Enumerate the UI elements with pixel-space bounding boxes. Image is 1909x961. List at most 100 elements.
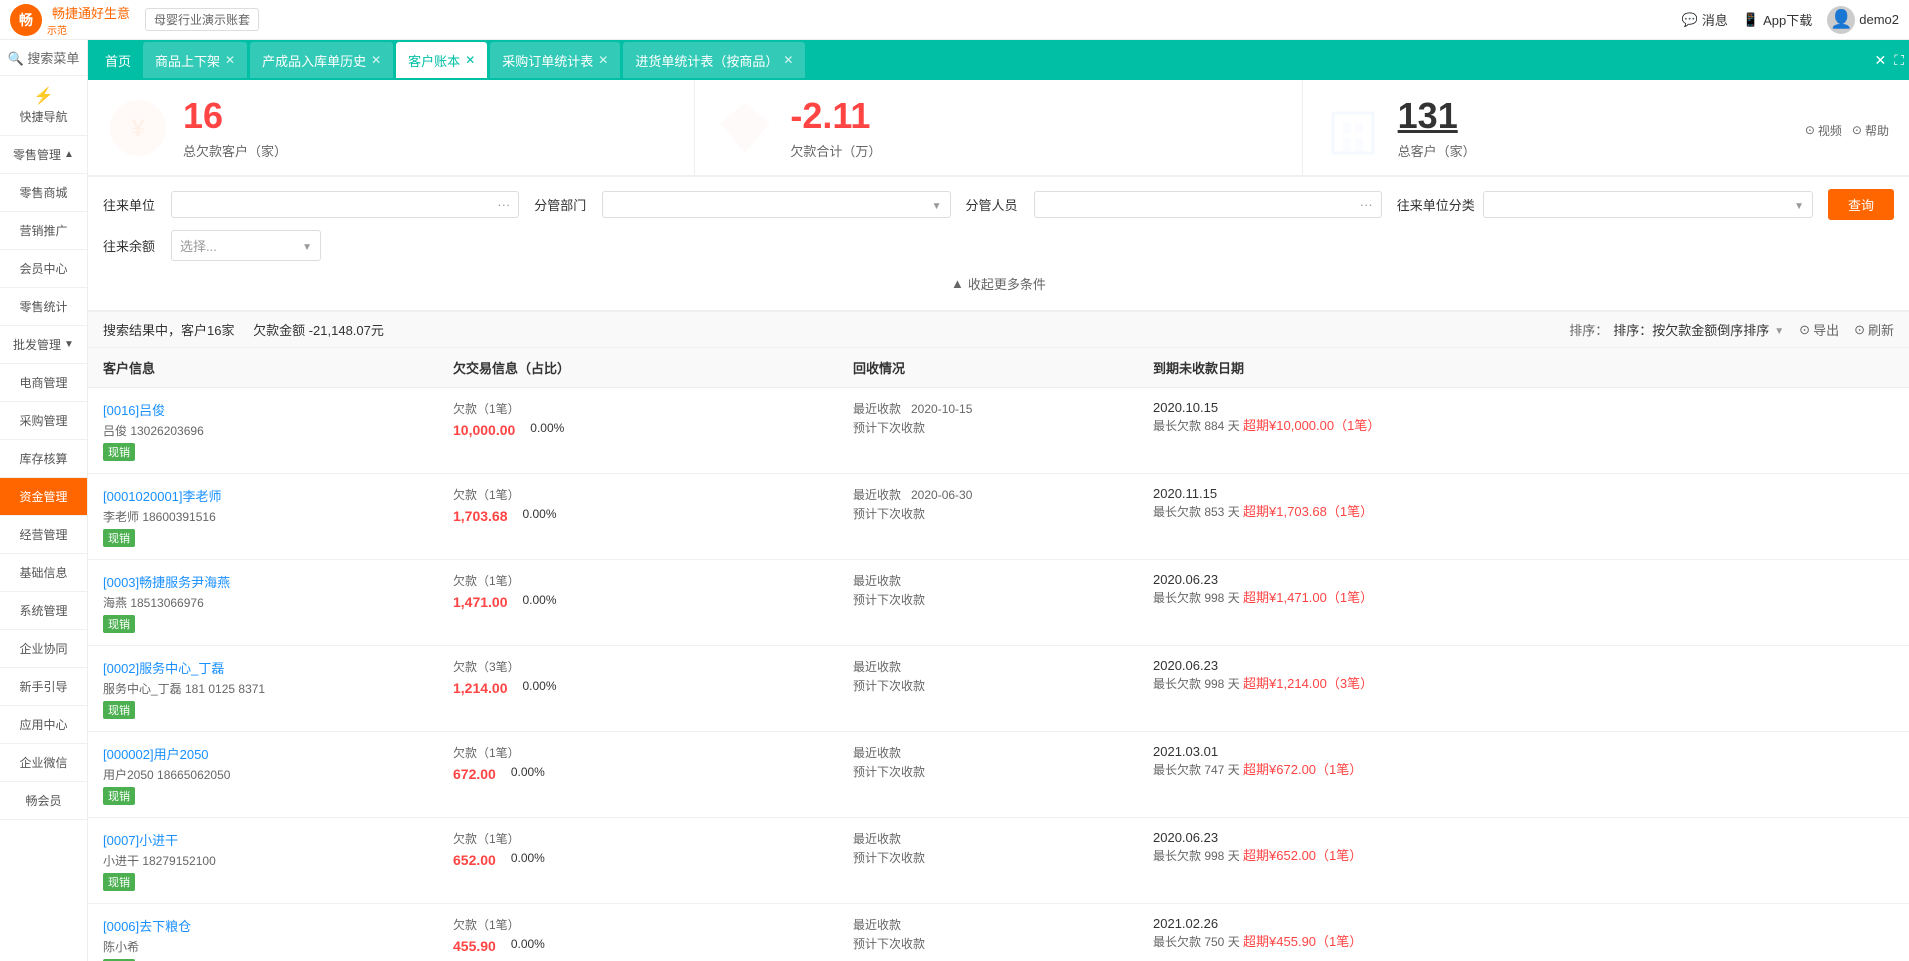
sidebar-item-operations[interactable]: 经营管理 (0, 516, 87, 554)
sidebar-item-wholesale[interactable]: 批发管理▼ (0, 326, 87, 364)
col-due-date: 到期未收款日期 (1153, 358, 1894, 377)
table-row: [0002]服务中心_丁磊 服务中心_丁磊 181 0125 8371 现销 欠… (88, 646, 1909, 732)
app-download-btn[interactable]: 📱 App下载 (1743, 10, 1812, 29)
customer-name-5[interactable]: [000002]用户2050 (103, 744, 453, 763)
source-unit-input[interactable]: ··· (171, 191, 519, 218)
sidebar-item-member-vip[interactable]: 畅会员 (0, 782, 87, 820)
sidebar-item-wechat[interactable]: 企业微信 (0, 744, 87, 782)
customer-name-7[interactable]: [0006]去下粮仓 (103, 916, 453, 935)
customer-name-4[interactable]: [0002]服务中心_丁磊 (103, 658, 453, 677)
sidebar-item-marketing[interactable]: 营销推广 (0, 212, 87, 250)
debt-amount-6: 652.00 (453, 852, 496, 868)
tab-actions: ✕ ⛶ (1874, 52, 1904, 69)
sidebar-item-enterprise[interactable]: 企业协同 (0, 630, 87, 668)
customer-phone-6: 小进干 18279152100 (103, 852, 453, 869)
filter-balance: 往来余额 选择... (103, 230, 1894, 261)
sidebar-item-finance[interactable]: 资金管理 (0, 478, 87, 516)
debt-amount-7: 455.90 (453, 938, 496, 954)
branch-dept-select[interactable] (602, 191, 950, 218)
sidebar-item-system[interactable]: 系统管理 (0, 592, 87, 630)
overdue-link-3[interactable]: 超期¥1,471.00（1笔） (1243, 590, 1373, 605)
debt-info-4: 欠款（3笔） 1,214.00 0.00% (453, 658, 853, 696)
top-bar: 畅 畅捷通好生意 示范 母婴行业演示账套 💬 消息 📱 App下载 👤 demo… (0, 0, 1909, 40)
customer-phone-2: 李老师 18600391516 (103, 508, 453, 525)
sidebar-item-inventory[interactable]: 库存核算 (0, 440, 87, 478)
tab-purchase-stats[interactable]: 采购订单统计表 ✕ (490, 42, 620, 78)
tab-import-stats[interactable]: 进货单统计表（按商品） ✕ (623, 42, 805, 78)
sidebar-item-app-center[interactable]: 应用中心 (0, 706, 87, 744)
search-button[interactable]: 查询 (1828, 189, 1894, 220)
balance-select[interactable]: 选择... (171, 230, 321, 261)
sidebar-item-guide[interactable]: 新手引导 (0, 668, 87, 706)
app-name[interactable]: 母婴行业演示账套 (145, 8, 259, 31)
due-date-info-3: 2020.06.23 最长欠款 998 天 超期¥1,471.00（1笔） (1153, 572, 1894, 606)
customer-phone-3: 海燕 18513066976 (103, 594, 453, 611)
filter-source-unit-category: 往来单位分类 (1397, 191, 1813, 218)
customer-name-1[interactable]: [0016]吕俊 (103, 400, 453, 419)
due-date-info-1: 2020.10.15 最长欠款 884 天 超期¥10,000.00（1笔） (1153, 400, 1894, 434)
message-btn[interactable]: 💬 消息 (1682, 10, 1728, 29)
logo-area: 畅 畅捷通好生意 示范 (10, 3, 130, 37)
chevron-down-icon-2 (1794, 197, 1804, 212)
tab-bar: 首页 商品上下架 ✕ 产成品入库单历史 ✕ 客户账本 ✕ 采购订单统计表 ✕ (88, 40, 1909, 80)
overdue-link-7[interactable]: 超期¥455.90（1笔） (1243, 934, 1362, 949)
customer-tag-3: 现销 (103, 615, 135, 633)
sidebar-item-basic-info[interactable]: 基础信息 (0, 554, 87, 592)
sidebar-item-retail-stats[interactable]: 零售统计 (0, 288, 87, 326)
tab-product-listing[interactable]: 商品上下架 ✕ (143, 42, 247, 78)
filter-source-unit: 往来单位 ··· (103, 191, 519, 218)
help-btn[interactable]: ⊙ 帮助 (1852, 122, 1889, 139)
sidebar-item-retail-mgmt[interactable]: 零售管理▲ (0, 136, 87, 174)
tab-close-customer-account[interactable]: ✕ (465, 53, 475, 67)
tab-home[interactable]: 首页 (93, 42, 143, 78)
logo-subtitle: 示范 (47, 22, 130, 37)
sidebar-item-member[interactable]: 会员中心 (0, 250, 87, 288)
tab-close-import-stats[interactable]: ✕ (783, 53, 793, 67)
customer-tag-2: 现销 (103, 529, 135, 547)
overdue-link-2[interactable]: 超期¥1,703.68（1笔） (1243, 504, 1373, 519)
collection-info-1: 最近收款 2020-10-15 预计下次收款 (853, 400, 1153, 438)
overdue-link-4[interactable]: 超期¥1,214.00（3笔） (1243, 676, 1373, 691)
source-unit-category-select[interactable] (1483, 191, 1813, 218)
customer-tag-1: 现销 (103, 443, 135, 461)
sidebar-item-retail-mall[interactable]: 零售商城 (0, 174, 87, 212)
customer-tag-5: 现销 (103, 787, 135, 805)
due-date-info-4: 2020.06.23 最长欠款 998 天 超期¥1,214.00（3笔） (1153, 658, 1894, 692)
tab-action-maximize[interactable]: ⛶ (1894, 52, 1904, 69)
main-content: ¥ 16 总欠款客户（家） (88, 80, 1909, 961)
sidebar-item-search[interactable]: 🔍 搜索菜单 (0, 40, 87, 76)
user-menu[interactable]: 👤 demo2 (1827, 6, 1899, 34)
sidebar-item-ecommerce[interactable]: 电商管理 (0, 364, 87, 402)
customer-name-2[interactable]: [0001020001]李老师 (103, 486, 453, 505)
stat-total-customers: 131 总客户（家） ⊙ 视频 ⊙ 帮助 (1303, 80, 1909, 175)
overdue-link-5[interactable]: 超期¥672.00（1笔） (1243, 762, 1362, 777)
stat-diamond-icon (715, 98, 775, 158)
export-btn[interactable]: ⊙ 导出 (1799, 320, 1839, 339)
debt-amount-2: 1,703.68 (453, 508, 508, 524)
due-date-info-6: 2020.06.23 最长欠款 998 天 超期¥652.00（1笔） (1153, 830, 1894, 864)
collection-info-2: 最近收款 2020-06-30 预计下次收款 (853, 486, 1153, 524)
sort-select[interactable]: 排序： 排序：按欠款金额倒序排序 (1569, 320, 1784, 339)
overdue-link-1[interactable]: 超期¥10,000.00（1笔） (1243, 418, 1380, 433)
tab-product-history[interactable]: 产成品入库单历史 ✕ (250, 42, 393, 78)
customer-name-6[interactable]: [0007]小进干 (103, 830, 453, 849)
owed-amount-value: -2.11 (790, 95, 881, 137)
tab-action-close-all[interactable]: ✕ (1874, 52, 1886, 69)
sidebar-item-quick-nav[interactable]: ⚡ 快捷导航 (0, 76, 87, 136)
debt-amount-5: 672.00 (453, 766, 496, 782)
branch-person-input[interactable]: ··· (1034, 191, 1382, 218)
table-row: [0007]小进干 小进干 18279152100 现销 欠款（1笔） 652.… (88, 818, 1909, 904)
collapse-filter-btn[interactable]: ▲ 收起更多条件 (103, 269, 1894, 298)
refresh-btn[interactable]: ⊙ 刷新 (1854, 320, 1894, 339)
tab-close-product-listing[interactable]: ✕ (225, 53, 235, 67)
tab-close-product-history[interactable]: ✕ (371, 53, 381, 67)
video-btn[interactable]: ⊙ 视频 (1805, 122, 1842, 139)
overdue-link-6[interactable]: 超期¥652.00（1笔） (1243, 848, 1362, 863)
sidebar-item-purchase[interactable]: 采购管理 (0, 402, 87, 440)
debt-amount-4: 1,214.00 (453, 680, 508, 696)
customer-phone-4: 服务中心_丁磊 181 0125 8371 (103, 680, 453, 697)
customer-name-3[interactable]: [0003]畅捷服务尹海燕 (103, 572, 453, 591)
due-date-info-7: 2021.02.26 最长欠款 750 天 超期¥455.90（1笔） (1153, 916, 1894, 950)
tab-close-purchase-stats[interactable]: ✕ (598, 53, 608, 67)
tab-customer-account[interactable]: 客户账本 ✕ (396, 42, 487, 78)
